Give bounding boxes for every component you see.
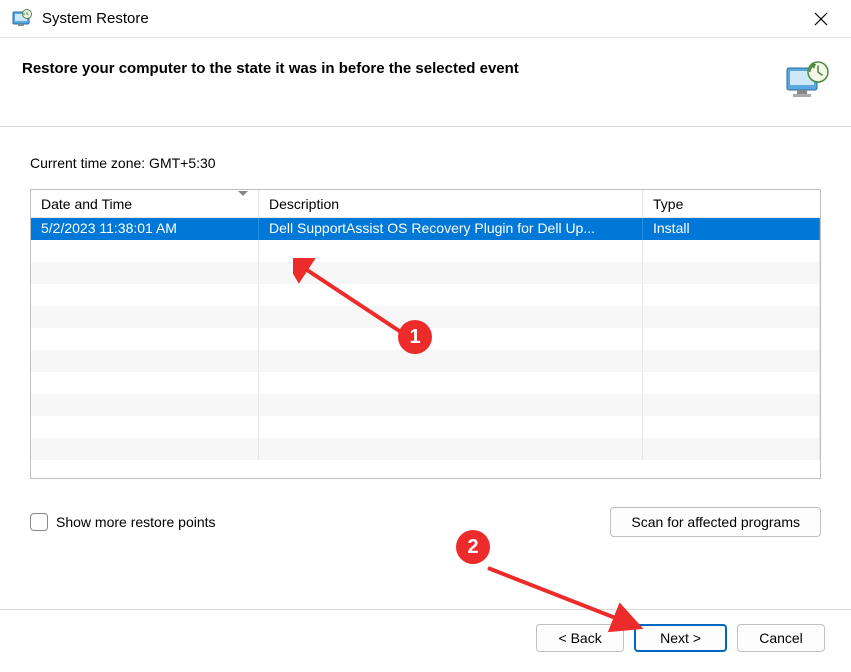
wizard-header: Restore your computer to the state it wa… <box>0 38 851 127</box>
cancel-button[interactable]: Cancel <box>737 624 825 652</box>
cell-type: Install <box>643 218 820 240</box>
title-bar: System Restore <box>0 0 851 38</box>
close-icon <box>814 12 828 26</box>
cell-date-time: 5/2/2023 11:38:01 AM <box>31 218 259 240</box>
cell-description: Dell SupportAssist OS Recovery Plugin fo… <box>259 218 643 240</box>
wizard-footer: < Back Next > Cancel <box>0 609 851 672</box>
table-row[interactable] <box>31 350 820 372</box>
table-row[interactable] <box>31 394 820 416</box>
table-row[interactable]: 5/2/2023 11:38:01 AM Dell SupportAssist … <box>31 218 820 240</box>
checkbox-label: Show more restore points <box>56 514 216 530</box>
below-table-row: Show more restore points Scan for affect… <box>30 507 821 537</box>
column-description[interactable]: Description <box>259 190 643 217</box>
table-header: Date and Time Description Type <box>31 190 820 218</box>
table-row[interactable] <box>31 372 820 394</box>
table-row[interactable] <box>31 284 820 306</box>
system-restore-icon <box>785 60 829 100</box>
table-row[interactable] <box>31 240 820 262</box>
close-button[interactable] <box>799 4 843 34</box>
scan-affected-button[interactable]: Scan for affected programs <box>610 507 821 537</box>
app-icon <box>12 9 32 29</box>
table-row[interactable] <box>31 438 820 460</box>
annotation-badge-2: 2 <box>456 530 490 564</box>
show-more-checkbox[interactable]: Show more restore points <box>30 513 216 531</box>
annotation-badge-1: 1 <box>398 320 432 354</box>
column-type[interactable]: Type <box>643 190 820 217</box>
column-date-time[interactable]: Date and Time <box>31 190 259 217</box>
timezone-label: Current time zone: GMT+5:30 <box>30 155 821 171</box>
page-heading: Restore your computer to the state it wa… <box>22 60 519 77</box>
window-title: System Restore <box>42 10 799 27</box>
annotation-arrow-2 <box>480 560 650 640</box>
table-row[interactable] <box>31 416 820 438</box>
table-row[interactable] <box>31 262 820 284</box>
checkbox-box <box>30 513 48 531</box>
